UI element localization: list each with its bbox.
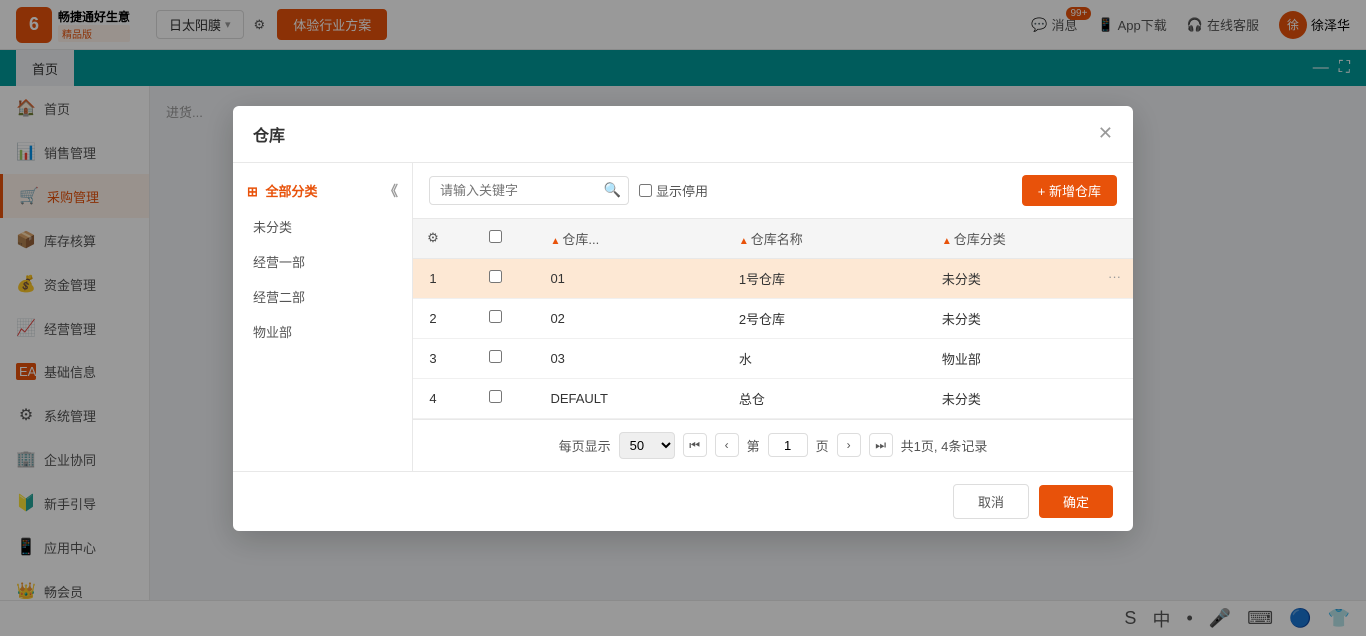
modal-header: 仓库 ✕ <box>233 106 1133 163</box>
row-code: 02 <box>538 298 726 338</box>
add-warehouse-button[interactable]: + 新增仓库 <box>1022 175 1117 206</box>
page-suffix: 页 <box>816 436 829 455</box>
row-name: 1号仓库 <box>727 258 930 298</box>
row-code: 03 <box>538 338 726 378</box>
confirm-button[interactable]: 确定 <box>1039 485 1113 518</box>
row-checkbox[interactable] <box>489 270 502 283</box>
row-checkbox[interactable] <box>489 350 502 363</box>
row-category: 物业部 <box>930 338 1133 378</box>
search-wrapper: 🔍 <box>429 176 629 205</box>
row-checkbox-cell <box>453 258 538 298</box>
sort-icon: ▲ <box>550 236 560 247</box>
select-all-checkbox[interactable] <box>489 230 502 243</box>
first-page-btn[interactable]: ⏮ <box>683 433 707 457</box>
table-row[interactable]: 1 01 1号仓库 未分类 ··· <box>413 258 1133 298</box>
show-disabled-checkbox[interactable] <box>639 184 652 197</box>
row-actions[interactable]: ··· <box>1108 269 1121 284</box>
category-item-ops1[interactable]: 经营一部 <box>233 244 412 279</box>
modal-title: 仓库 <box>253 122 285 146</box>
category-all[interactable]: ⊞ 全部分类 《 <box>233 173 412 209</box>
row-num: 2 <box>413 298 453 338</box>
sort-icon3: ▲ <box>942 236 952 247</box>
row-num: 3 <box>413 338 453 378</box>
search-input[interactable] <box>429 176 629 205</box>
row-category: 未分类 <box>930 298 1133 338</box>
col-name-header: ▲仓库名称 <box>727 219 930 259</box>
prev-page-btn[interactable]: ‹ <box>715 433 739 457</box>
grid-icon: ⊞ <box>247 184 262 199</box>
last-page-btn[interactable]: ⏭ <box>869 433 893 457</box>
page-label: 第 <box>747 436 760 455</box>
col-gear: ⚙ <box>413 219 453 259</box>
warehouse-modal: 仓库 ✕ ⊞ 全部分类 《 未分类 经营一部 经营二部 物业部 <box>233 106 1133 531</box>
row-checkbox-cell <box>453 378 538 418</box>
table-row[interactable]: 4 DEFAULT 总仓 未分类 <box>413 378 1133 418</box>
gear-icon[interactable]: ⚙ <box>427 230 439 245</box>
row-num: 4 <box>413 378 453 418</box>
show-disabled-label[interactable]: 显示停用 <box>639 181 708 200</box>
col-checkbox <box>453 219 538 259</box>
per-page-select[interactable]: 50 10 20 100 <box>619 432 675 459</box>
row-category: 未分类 <box>930 378 1133 418</box>
category-item-property[interactable]: 物业部 <box>233 314 412 349</box>
pagination: 每页显示 50 10 20 100 ⏮ ‹ 第 页 › ⏭ 共1页, 4条记录 <box>413 419 1133 471</box>
row-num: 1 <box>413 258 453 298</box>
table-panel: 🔍 显示停用 + 新增仓库 ⚙ <box>413 163 1133 471</box>
row-code: DEFAULT <box>538 378 726 418</box>
table-row[interactable]: 2 02 2号仓库 未分类 <box>413 298 1133 338</box>
modal-body: ⊞ 全部分类 《 未分类 经营一部 经营二部 物业部 🔍 <box>233 163 1133 471</box>
page-input[interactable] <box>768 433 808 457</box>
row-checkbox-cell <box>453 338 538 378</box>
col-category-header: ▲仓库分类 <box>930 219 1133 259</box>
data-table: ⚙ ▲仓库... ▲仓库名称 <box>413 219 1133 419</box>
row-category: 未分类 ··· <box>930 258 1133 298</box>
collapse-icon[interactable]: 《 <box>384 181 398 201</box>
per-page-label: 每页显示 <box>559 436 611 455</box>
total-text: 共1页, 4条记录 <box>901 436 988 455</box>
row-name: 水 <box>727 338 930 378</box>
next-page-btn[interactable]: › <box>837 433 861 457</box>
row-name: 2号仓库 <box>727 298 930 338</box>
table-row[interactable]: 3 03 水 物业部 <box>413 338 1133 378</box>
row-name: 总仓 <box>727 378 930 418</box>
search-icon[interactable]: 🔍 <box>604 182 621 199</box>
modal-overlay: 仓库 ✕ ⊞ 全部分类 《 未分类 经营一部 经营二部 物业部 <box>0 0 1366 636</box>
table-toolbar: 🔍 显示停用 + 新增仓库 <box>413 163 1133 219</box>
col-code-header: ▲仓库... <box>538 219 726 259</box>
sort-icon2: ▲ <box>739 236 749 247</box>
modal-footer: 取消 确定 <box>233 471 1133 531</box>
row-checkbox[interactable] <box>489 390 502 403</box>
category-panel: ⊞ 全部分类 《 未分类 经营一部 经营二部 物业部 <box>233 163 413 471</box>
row-checkbox[interactable] <box>489 310 502 323</box>
row-checkbox-cell <box>453 298 538 338</box>
cancel-button[interactable]: 取消 <box>953 484 1029 519</box>
close-icon[interactable]: ✕ <box>1098 123 1113 144</box>
category-item-unclassified[interactable]: 未分类 <box>233 209 412 244</box>
category-item-ops2[interactable]: 经营二部 <box>233 279 412 314</box>
row-code: 01 <box>538 258 726 298</box>
